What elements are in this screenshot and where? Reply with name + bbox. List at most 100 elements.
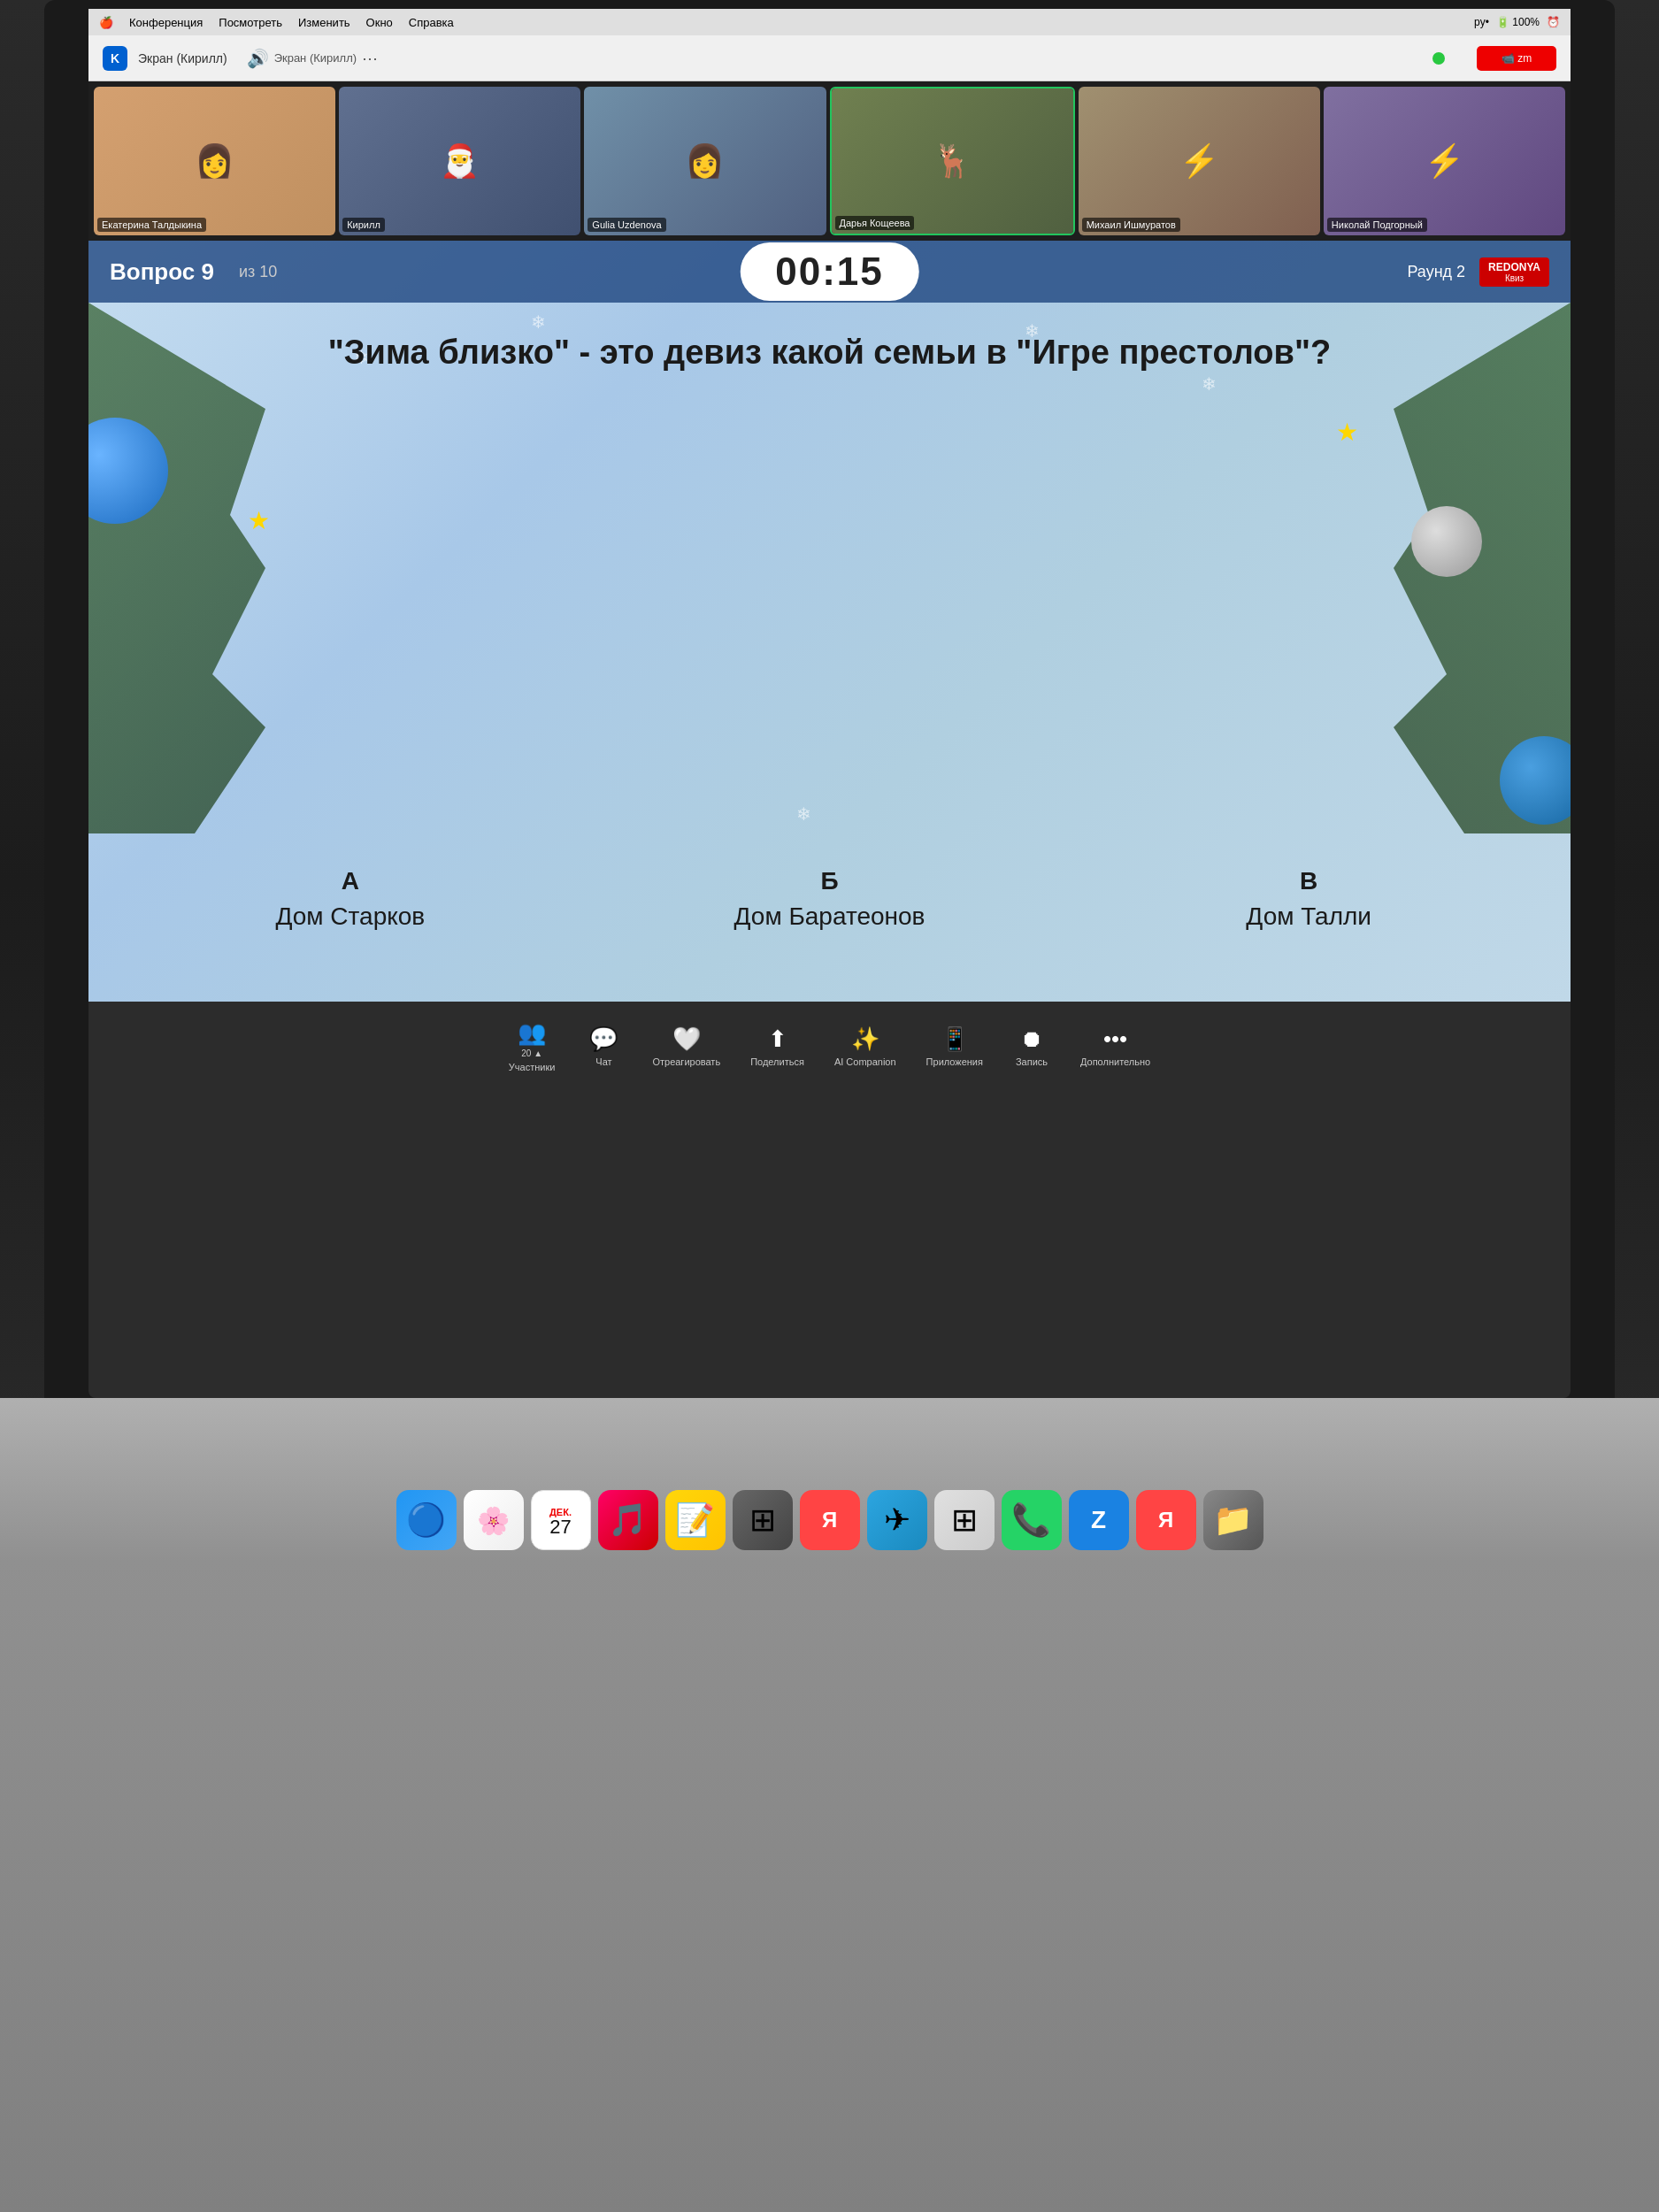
menu-edit[interactable]: Изменить [298,16,350,29]
participant-tile: 👩 Екатерина Талдыкина [94,87,335,235]
round-label: Раунд 2 [1407,263,1465,281]
participant-name-2: Кирилл [342,218,385,232]
dock-files[interactable]: 📁 [1203,1490,1263,1550]
zoom-more-icon[interactable]: ⋯ [362,49,378,68]
react-label: Отреагировать [652,1056,720,1067]
dock-telegram[interactable]: ✈ [867,1490,927,1550]
brand-sub: Квиз [1505,273,1524,283]
macbook-body: 🍎 Конференция Посмотреть Изменить Окно С… [0,0,1659,2212]
zoom-green-dot[interactable] [1432,52,1445,65]
react-icon: 🤍 [672,1025,701,1053]
question-text: "Зима близко" - это девиз какой семьи в … [159,329,1500,376]
toolbar-chat[interactable]: 💬 Чат [572,1018,634,1074]
participant-avatar-4: 🦌 [832,88,1073,234]
toolbar-record[interactable]: ⏺ Запись [1001,1018,1063,1074]
menu-help[interactable]: Справка [409,16,454,29]
participant-avatar-2: 🎅 [339,87,580,235]
toolbar-share[interactable]: ⬆ Поделиться [738,1018,817,1074]
zoom-video-btn[interactable]: 📹 zm [1477,46,1556,71]
menu-language: рy• [1474,16,1489,28]
answer-letter-c: В [1082,867,1535,895]
quiz-timer: 00:15 [740,242,919,301]
participant-avatar-1: 👩 [94,87,335,235]
dock-yandex2[interactable]: Я [1136,1490,1196,1550]
participant-name-6: Николай Подгорный [1327,218,1427,232]
dock-yandex[interactable]: Я [800,1490,860,1550]
dock-finder[interactable]: 🔵 [396,1490,457,1550]
dock-apps2[interactable]: ⊞ [934,1490,995,1550]
menu-conference[interactable]: Конференция [129,16,203,29]
answer-option-c: В Дом Талли [1082,867,1535,931]
participant-avatar-5: ⚡ [1079,87,1320,235]
apps-icon: 📱 [941,1025,969,1053]
chat-label: Чат [595,1056,611,1067]
ai-companion-label: AI Companion [834,1056,896,1067]
participant-name-5: Михаил Ишмуратов [1082,218,1180,232]
screen-bezel: 🍎 Конференция Посмотреть Изменить Окно С… [44,0,1615,1398]
participant-tile: 🎅 Кирилл [339,87,580,235]
star-decoration-1: ★ [248,506,270,535]
toolbar-participants[interactable]: 👥 20 ▲ Участники [496,1012,568,1079]
share-label: Поделиться [750,1056,804,1067]
dock-music[interactable]: 🎵 [598,1490,658,1550]
participant-tile: ⚡ Николай Подгорный [1324,87,1565,235]
dock-notes[interactable]: 📝 [665,1490,726,1550]
menu-view[interactable]: Посмотреть [219,16,282,29]
brand-label: REDONYA [1488,261,1540,273]
more-label: Дополнительно [1080,1056,1150,1067]
chat-icon: 💬 [589,1025,618,1053]
record-icon: ⏺ [1020,1025,1043,1053]
menu-bar-right: рy• 🔋 100% ⏰ [1474,16,1560,28]
dock-calendar[interactable]: ДЕК. 27 [531,1490,591,1550]
zoom-titlebar-controls: 📹 zm [1432,46,1556,71]
calendar-day: 27 [549,1517,571,1537]
answer-option-a: А Дом Старков [124,867,577,931]
zoom-icon: K [103,46,127,71]
toolbar-ai-companion[interactable]: ✨ AI Companion [822,1018,909,1074]
zoom-toolbar: 👥 20 ▲ Участники 💬 Чат 🤍 Отреагировать ⬆… [88,1002,1571,1090]
participant-avatar-6: ⚡ [1324,87,1565,235]
question-of: из 10 [239,263,277,281]
participants-badge: 20 ▲ [521,1048,542,1058]
toolbar-apps[interactable]: 📱 Приложения [914,1018,995,1074]
menu-apple[interactable]: 🍎 [99,16,113,29]
answer-text-b: Дом Баратеонов [603,902,1056,931]
answers-row: А Дом Старков Б Дом Баратеонов В Дом Тал… [124,867,1535,931]
round-badge: Раунд 2 REDONYA Квиз [1407,257,1549,287]
answer-letter-b: Б [603,867,1056,895]
more-icon: ••• [1103,1025,1127,1053]
dock-launchpad[interactable]: ⊞ [733,1490,793,1550]
quiz-content-area: ★ ★ ❄ ❄ ❄ ❄ ❄ Вопрос 9 из 10 00:15 Раунд… [88,241,1571,1002]
answer-option-b: Б Дом Баратеонов [603,867,1056,931]
ai-companion-icon: ✨ [851,1025,879,1053]
star-decoration-2: ★ [1336,418,1358,447]
record-label: Запись [1016,1056,1048,1067]
question-number: Вопрос 9 [110,258,214,286]
participants-bar: 👩 Екатерина Талдыкина 🎅 Кирилл 👩 Gulia U… [88,81,1571,241]
answer-letter-a: А [124,867,577,895]
zoom-window: K Экран (Кирилл) 🔊 Экран (Кирилл) ⋯ 📹 zm [88,35,1571,1398]
macos-dock: 🔵 🌸 ДЕК. 27 🎵 📝 ⊞ Я ✈ ⊞ 📞 Z Я 📁 [44,1478,1615,1557]
zoom-screen-label: Экран (Кирилл) [274,51,357,65]
zoom-audio-icon[interactable]: 🔊 [247,48,269,69]
toolbar-more[interactable]: ••• Дополнительно [1068,1018,1163,1074]
dock-whatsapp[interactable]: 📞 [1002,1490,1062,1550]
participant-name-4: Дарья Кощеева [835,216,915,230]
participant-tile: ⚡ Михаил Ишмуратов [1079,87,1320,235]
menu-bar: 🍎 Конференция Посмотреть Изменить Окно С… [88,9,1571,35]
participant-tile-active: 🦌 Дарья Кощеева [830,87,1075,235]
participants-icon: 👥 [518,1019,546,1047]
menu-window[interactable]: Окно [366,16,393,29]
participant-name-1: Екатерина Талдыкина [97,218,206,232]
share-icon: ⬆ [768,1025,787,1053]
apps-label: Приложения [926,1056,983,1067]
menu-time: ⏰ [1547,16,1560,28]
dock-zoom[interactable]: Z [1069,1490,1129,1550]
toolbar-react[interactable]: 🤍 Отреагировать [640,1018,733,1074]
participant-name-3: Gulia Uzdenova [588,218,665,232]
participants-label: Участники [509,1062,556,1072]
dock-photos[interactable]: 🌸 [464,1490,524,1550]
participant-avatar-3: 👩 [584,87,826,235]
answer-text-c: Дом Талли [1082,902,1535,931]
zoom-title: Экран (Кирилл) [138,51,227,65]
